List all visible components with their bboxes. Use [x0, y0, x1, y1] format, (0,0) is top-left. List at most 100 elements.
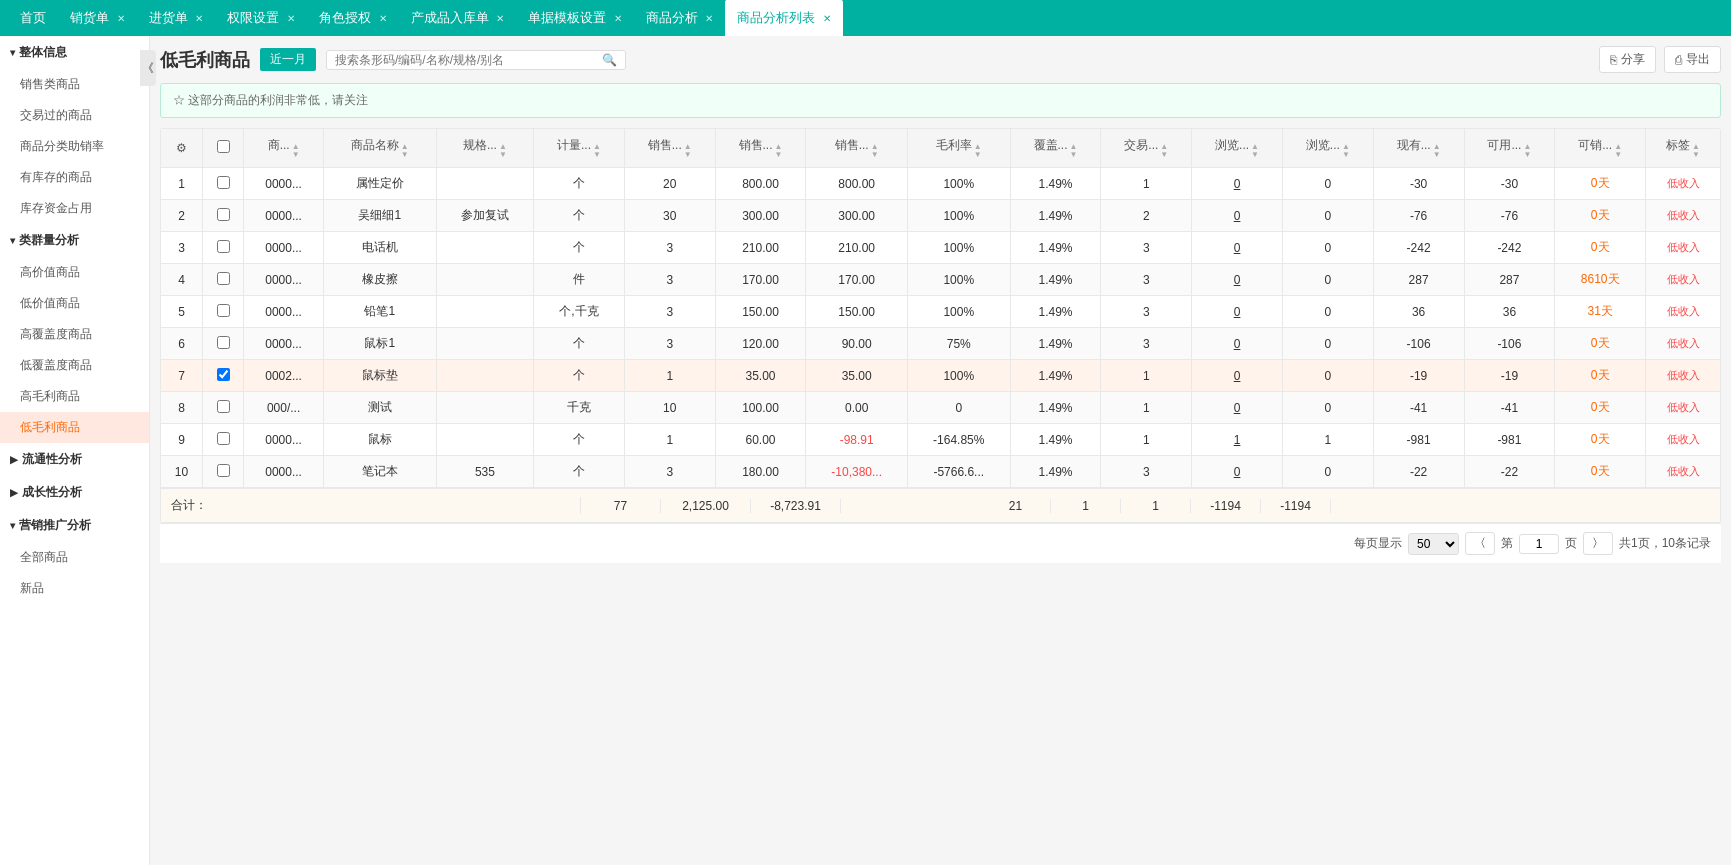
row-tag: 低收入	[1646, 200, 1721, 232]
col-trade-cnt: 交易...▲▼	[1101, 129, 1192, 168]
sidebar-item-high-coverage[interactable]: 高覆盖度商品	[0, 319, 149, 350]
row-browse2: 0	[1282, 168, 1373, 200]
row-available: 287	[1464, 264, 1555, 296]
row-profit-rate: 100%	[907, 200, 1010, 232]
nav-close-roles[interactable]: ✕	[379, 13, 387, 24]
sidebar-item-high-value[interactable]: 高价值商品	[0, 257, 149, 288]
row-checkbox[interactable]	[203, 456, 244, 488]
row-browse1[interactable]: 1	[1192, 424, 1283, 456]
share-button[interactable]: ⎘ 分享	[1599, 46, 1656, 73]
row-sales-profit: 150.00	[806, 296, 908, 328]
row-checkbox[interactable]	[203, 296, 244, 328]
row-no: 5	[161, 296, 203, 328]
nav-item-home[interactable]: 首页	[8, 0, 58, 36]
row-checkbox[interactable]	[203, 232, 244, 264]
sidebar-item-traded-goods[interactable]: 交易过的商品	[0, 100, 149, 131]
notice-bar: ☆ 这部分商品的利润非常低，请关注	[160, 83, 1721, 118]
sidebar-section-overall[interactable]: ▾ 整体信息	[0, 36, 149, 69]
row-profit-rate: 75%	[907, 328, 1010, 360]
row-sales-amt: 180.00	[715, 456, 806, 488]
sidebar-item-sales-goods[interactable]: 销售类商品	[0, 69, 149, 100]
sidebar-item-high-profit[interactable]: 高毛利商品	[0, 381, 149, 412]
nav-item-purchase[interactable]: 进货单 ✕	[137, 0, 216, 36]
row-checkbox[interactable]	[203, 200, 244, 232]
col-checkbox[interactable]	[203, 129, 244, 168]
nav-item-sales[interactable]: 销货单 ✕	[58, 0, 137, 36]
footer-stock: -1194	[1191, 499, 1261, 513]
row-checkbox[interactable]	[203, 168, 244, 200]
row-browse1[interactable]: 0	[1192, 392, 1283, 424]
col-settings[interactable]: ⚙	[161, 129, 203, 168]
search-input[interactable]	[335, 53, 598, 67]
prev-page-button[interactable]: 〈	[1465, 532, 1495, 555]
sidebar-item-all-goods[interactable]: 全部商品	[0, 542, 149, 573]
next-page-button[interactable]: 〉	[1583, 532, 1613, 555]
row-browse1[interactable]: 0	[1192, 456, 1283, 488]
nav-close-analysis[interactable]: ✕	[705, 13, 713, 24]
sidebar-item-in-stock[interactable]: 有库存的商品	[0, 162, 149, 193]
page-size-select[interactable]: 50 100 200	[1408, 533, 1459, 555]
row-coverage: 1.49%	[1010, 232, 1101, 264]
row-browse1[interactable]: 0	[1192, 168, 1283, 200]
footer-browse1: 1	[1051, 499, 1121, 513]
row-browse1[interactable]: 0	[1192, 264, 1283, 296]
row-checkbox[interactable]	[203, 424, 244, 456]
row-checkbox[interactable]	[203, 264, 244, 296]
row-checkbox[interactable]	[203, 360, 244, 392]
row-trade-cnt: 1	[1101, 424, 1192, 456]
nav-close-permissions[interactable]: ✕	[287, 13, 295, 24]
sidebar-section-circulation[interactable]: ▶ 流通性分析	[0, 443, 149, 476]
nav-close-sales[interactable]: ✕	[117, 13, 125, 24]
sidebar-item-low-coverage[interactable]: 低覆盖度商品	[0, 350, 149, 381]
sidebar-section-growth[interactable]: ▶ 成长性分析	[0, 476, 149, 509]
nav-close-products[interactable]: ✕	[496, 13, 504, 24]
nav-item-roles[interactable]: 角色授权 ✕	[307, 0, 399, 36]
sidebar-item-new-goods[interactable]: 新品	[0, 573, 149, 604]
sidebar-item-low-profit[interactable]: 低毛利商品	[0, 412, 149, 443]
row-name: 铅笔1	[323, 296, 436, 328]
footer-trade-cnt: 21	[981, 499, 1051, 513]
row-browse1[interactable]: 0	[1192, 232, 1283, 264]
search-icon[interactable]: 🔍	[602, 53, 617, 67]
row-code: 0000...	[244, 232, 323, 264]
page-number-input[interactable]	[1519, 534, 1559, 554]
row-checkbox[interactable]	[203, 392, 244, 424]
row-sellable: 0天	[1555, 232, 1646, 264]
row-sales-qty: 3	[624, 232, 715, 264]
nav-close-templates[interactable]: ✕	[614, 13, 622, 24]
section-arrow-cluster: ▾	[10, 235, 15, 246]
row-browse1[interactable]: 0	[1192, 328, 1283, 360]
row-browse1[interactable]: 0	[1192, 296, 1283, 328]
row-browse1[interactable]: 0	[1192, 200, 1283, 232]
select-all-checkbox[interactable]	[217, 140, 230, 153]
nav-item-analysis[interactable]: 商品分析 ✕	[634, 0, 726, 36]
row-checkbox[interactable]	[203, 328, 244, 360]
nav-close-analysis-list[interactable]: ✕	[823, 13, 831, 24]
nav-item-analysis-list[interactable]: 商品分析列表 ✕	[725, 0, 843, 36]
footer-sales-qty: 77	[581, 499, 661, 513]
nav-close-purchase[interactable]: ✕	[195, 13, 203, 24]
table-row: 4 0000... 橡皮擦 件 3 170.00 170.00 100% 1.4…	[161, 264, 1721, 296]
header-actions: ⎘ 分享 ⎙ 导出	[1599, 46, 1721, 73]
row-spec	[436, 264, 533, 296]
col-coverage: 覆盖...▲▼	[1010, 129, 1101, 168]
sidebar-collapse-btn[interactable]: 《	[140, 50, 156, 86]
row-unit: 个	[534, 360, 625, 392]
row-tag: 低收入	[1646, 168, 1721, 200]
sidebar-item-stock-funds[interactable]: 库存资金占用	[0, 193, 149, 224]
time-filter-button[interactable]: 近一月	[260, 48, 316, 71]
nav-item-permissions[interactable]: 权限设置 ✕	[215, 0, 307, 36]
row-browse1[interactable]: 0	[1192, 360, 1283, 392]
row-spec	[436, 232, 533, 264]
sidebar-item-category-sales[interactable]: 商品分类助销率	[0, 131, 149, 162]
nav-item-templates[interactable]: 单据模板设置 ✕	[516, 0, 634, 36]
row-tag: 低收入	[1646, 360, 1721, 392]
section-arrow-growth: ▶	[10, 487, 18, 498]
sidebar-section-cluster[interactable]: ▾ 类群量分析	[0, 224, 149, 257]
nav-item-products[interactable]: 产成品入库单 ✕	[399, 0, 517, 36]
row-sellable: 0天	[1555, 360, 1646, 392]
row-trade-cnt: 1	[1101, 392, 1192, 424]
export-button[interactable]: ⎙ 导出	[1664, 46, 1721, 73]
sidebar-item-low-value[interactable]: 低价值商品	[0, 288, 149, 319]
sidebar-section-marketing[interactable]: ▾ 营销推广分析	[0, 509, 149, 542]
